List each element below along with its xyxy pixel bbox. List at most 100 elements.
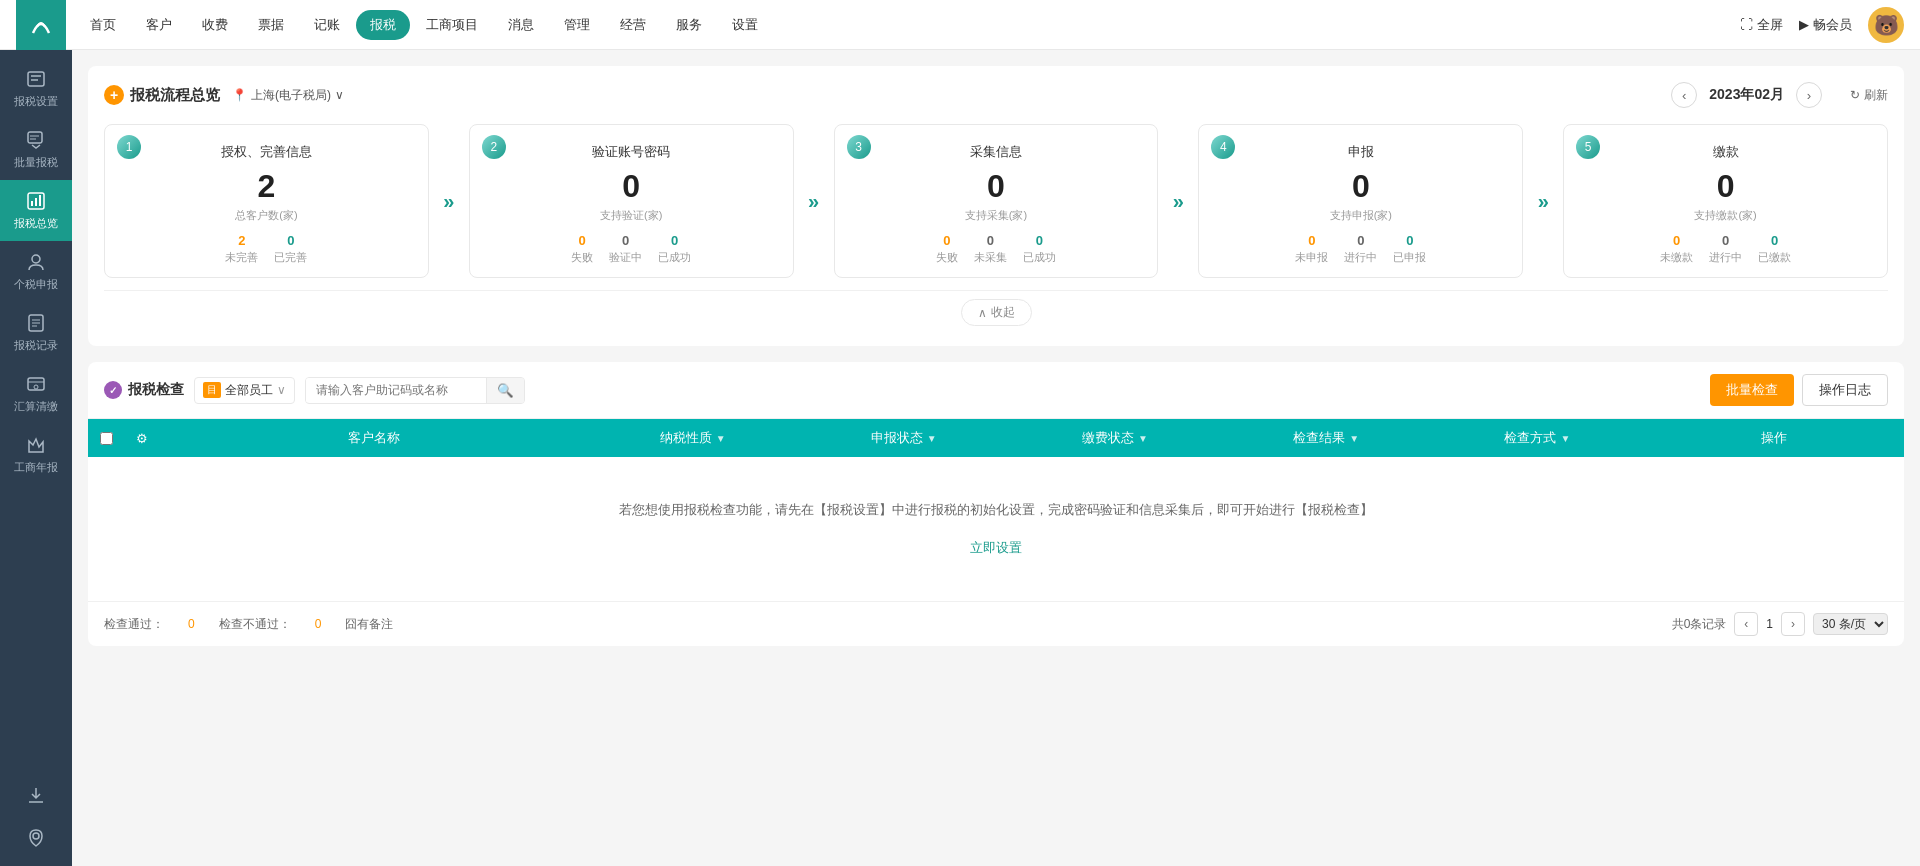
- nav-accounting[interactable]: 记账: [300, 10, 354, 40]
- nav-service[interactable]: 服务: [662, 10, 716, 40]
- step-1-title: 授权、完善信息: [121, 143, 412, 161]
- first-page-btn[interactable]: ‹: [1734, 612, 1758, 636]
- step-3-card: 3 采集信息 0 支持采集(家) 0 失败 0 未采集: [834, 124, 1159, 278]
- per-page-select[interactable]: 30 条/页: [1813, 613, 1888, 635]
- nav-client[interactable]: 客户: [132, 10, 186, 40]
- pass-count[interactable]: 0: [188, 617, 195, 631]
- step-5-card: 5 缴款 0 支持缴款(家) 0 未缴款 0 进行中: [1563, 124, 1888, 278]
- batch-check-btn[interactable]: 批量检查: [1710, 374, 1794, 406]
- stat-item: 0 失败: [936, 233, 958, 265]
- sidebar-item-tax-settle[interactable]: 汇算清缴: [0, 363, 72, 424]
- nav-business[interactable]: 工商项目: [412, 10, 492, 40]
- search-button[interactable]: 🔍: [486, 378, 524, 403]
- location-icon: [25, 826, 47, 848]
- nav-tax[interactable]: 报税: [356, 10, 410, 40]
- svg-point-10: [32, 255, 40, 263]
- member-btn[interactable]: ▶ 畅会员: [1799, 16, 1852, 34]
- filter-icon[interactable]: ▼: [716, 433, 726, 444]
- collapse-btn[interactable]: ∧ 收起: [961, 299, 1032, 326]
- step-arrow-3: »: [1158, 124, 1198, 278]
- stat-item: 0 已成功: [658, 233, 691, 265]
- location-badge[interactable]: 📍 上海(电子税局) ∨: [232, 87, 344, 104]
- sidebar-item-personal-tax[interactable]: 个税申报: [0, 241, 72, 302]
- plus-icon: +: [104, 85, 124, 105]
- check-footer: 检查通过： 0 检查不通过： 0 囧有备注 共0条记录 ‹ 1 › 30 条/页: [88, 601, 1904, 646]
- note-label: 囧有备注: [345, 616, 393, 633]
- sidebar-item-tax-settings[interactable]: 报税设置: [0, 58, 72, 119]
- step-3-stats: 0 失败 0 未采集 0 已成功: [851, 233, 1142, 265]
- step-2-label: 支持验证(家): [486, 208, 777, 223]
- table-empty: 若您想使用报税检查功能，请先在【报税设置】中进行报税的初始化设置，完成密码验证和…: [88, 457, 1904, 601]
- operation-log-btn[interactable]: 操作日志: [1802, 374, 1888, 406]
- total-records: 共0条记录: [1672, 616, 1727, 633]
- setup-link[interactable]: 立即设置: [970, 540, 1022, 555]
- sidebar-item-tax-record[interactable]: 报税记录: [0, 302, 72, 363]
- sidebar-item-business-report[interactable]: 工商年报: [0, 424, 72, 485]
- th-checkbox[interactable]: [88, 419, 124, 457]
- table-header: ⚙ 客户名称 纳税性质 ▼ 申报状态 ▼ 缴费状态 ▼ 检查结果 ▼: [88, 419, 1904, 457]
- overview-title: + 报税流程总览: [104, 85, 220, 105]
- staff-selector[interactable]: 目 全部员工 ∨: [194, 377, 295, 404]
- sidebar-item-overview[interactable]: 报税总览: [0, 180, 72, 241]
- pass-label: 检查通过：: [104, 616, 164, 633]
- refresh-btn[interactable]: ↻ 刷新: [1850, 87, 1888, 104]
- select-all-checkbox[interactable]: [100, 432, 113, 445]
- tax-record-icon: [25, 312, 47, 334]
- prev-month-btn[interactable]: ‹: [1671, 82, 1697, 108]
- sidebar-item-location[interactable]: [0, 816, 72, 858]
- step-arrow-1: »: [429, 124, 469, 278]
- stat-item: 0 未缴款: [1660, 233, 1693, 265]
- nav-message[interactable]: 消息: [494, 10, 548, 40]
- nav-operation[interactable]: 经营: [606, 10, 660, 40]
- fullscreen-btn[interactable]: ⛶ 全屏: [1740, 16, 1783, 34]
- check-header: ✓ 报税检查 目 全部员工 ∨ 🔍 批量检查 操作日志: [88, 362, 1904, 419]
- step-arrow-4: »: [1523, 124, 1563, 278]
- download-icon: [25, 784, 47, 806]
- stat-item: 0 进行中: [1709, 233, 1742, 265]
- stat-item: 0 未采集: [974, 233, 1007, 265]
- search-icon: 🔍: [497, 383, 514, 398]
- nav-home[interactable]: 首页: [76, 10, 130, 40]
- step-3-label: 支持采集(家): [851, 208, 1142, 223]
- app-logo: [16, 0, 66, 50]
- filter-icon[interactable]: ▼: [1349, 433, 1359, 444]
- step-arrow-2: »: [794, 124, 834, 278]
- tax-overview-icon: [25, 190, 47, 212]
- sidebar-item-batch-tax[interactable]: 批量报税: [0, 119, 72, 180]
- filter-icon[interactable]: ▼: [1560, 433, 1570, 444]
- step-5-count: 0: [1580, 169, 1871, 204]
- next-page-btn[interactable]: ›: [1781, 612, 1805, 636]
- nav-settings[interactable]: 设置: [718, 10, 772, 40]
- check-actions: 批量检查 操作日志: [1710, 374, 1888, 406]
- step-3-num: 3: [847, 135, 871, 159]
- filter-icon[interactable]: ▼: [927, 433, 937, 444]
- next-month-btn[interactable]: ›: [1796, 82, 1822, 108]
- fail-count[interactable]: 0: [315, 617, 322, 631]
- step-4-card: 4 申报 0 支持申报(家) 0 未申报 0 进行中: [1198, 124, 1523, 278]
- nav-invoice[interactable]: 票据: [244, 10, 298, 40]
- staff-icon: 目: [203, 382, 221, 398]
- th-gear[interactable]: ⚙: [124, 419, 160, 457]
- step-1-card: 1 授权、完善信息 2 总客户数(家) 2 未完善 0 已完善: [104, 124, 429, 278]
- stat-item: 0 已缴款: [1758, 233, 1791, 265]
- search-box: 🔍: [305, 377, 525, 404]
- avatar[interactable]: 🐻: [1868, 7, 1904, 43]
- nav-manage[interactable]: 管理: [550, 10, 604, 40]
- overview-card: + 报税流程总览 📍 上海(电子税局) ∨ ‹ 2023年02月 › ↻ 刷新: [88, 66, 1904, 346]
- step-1-count: 2: [121, 169, 412, 204]
- nav-fee[interactable]: 收费: [188, 10, 242, 40]
- step-2-stats: 0 失败 0 验证中 0 已成功: [486, 233, 777, 265]
- dropdown-chevron-icon: ∨: [335, 88, 344, 102]
- th-pay-status: 缴费状态 ▼: [1009, 419, 1220, 457]
- filter-icon[interactable]: ▼: [1138, 433, 1148, 444]
- step-5-num: 5: [1576, 135, 1600, 159]
- play-icon: ▶: [1799, 17, 1809, 32]
- th-customer-name: 客户名称: [160, 419, 587, 457]
- search-input[interactable]: [306, 378, 486, 402]
- th-check-method: 检查方式 ▼: [1432, 419, 1643, 457]
- step-2-card: 2 验证账号密码 0 支持验证(家) 0 失败 0 验证中: [469, 124, 794, 278]
- gear-icon: ⚙: [136, 431, 148, 446]
- tax-settle-icon: [25, 373, 47, 395]
- sidebar-item-download[interactable]: [0, 774, 72, 816]
- stat-item: 0 已成功: [1023, 233, 1056, 265]
